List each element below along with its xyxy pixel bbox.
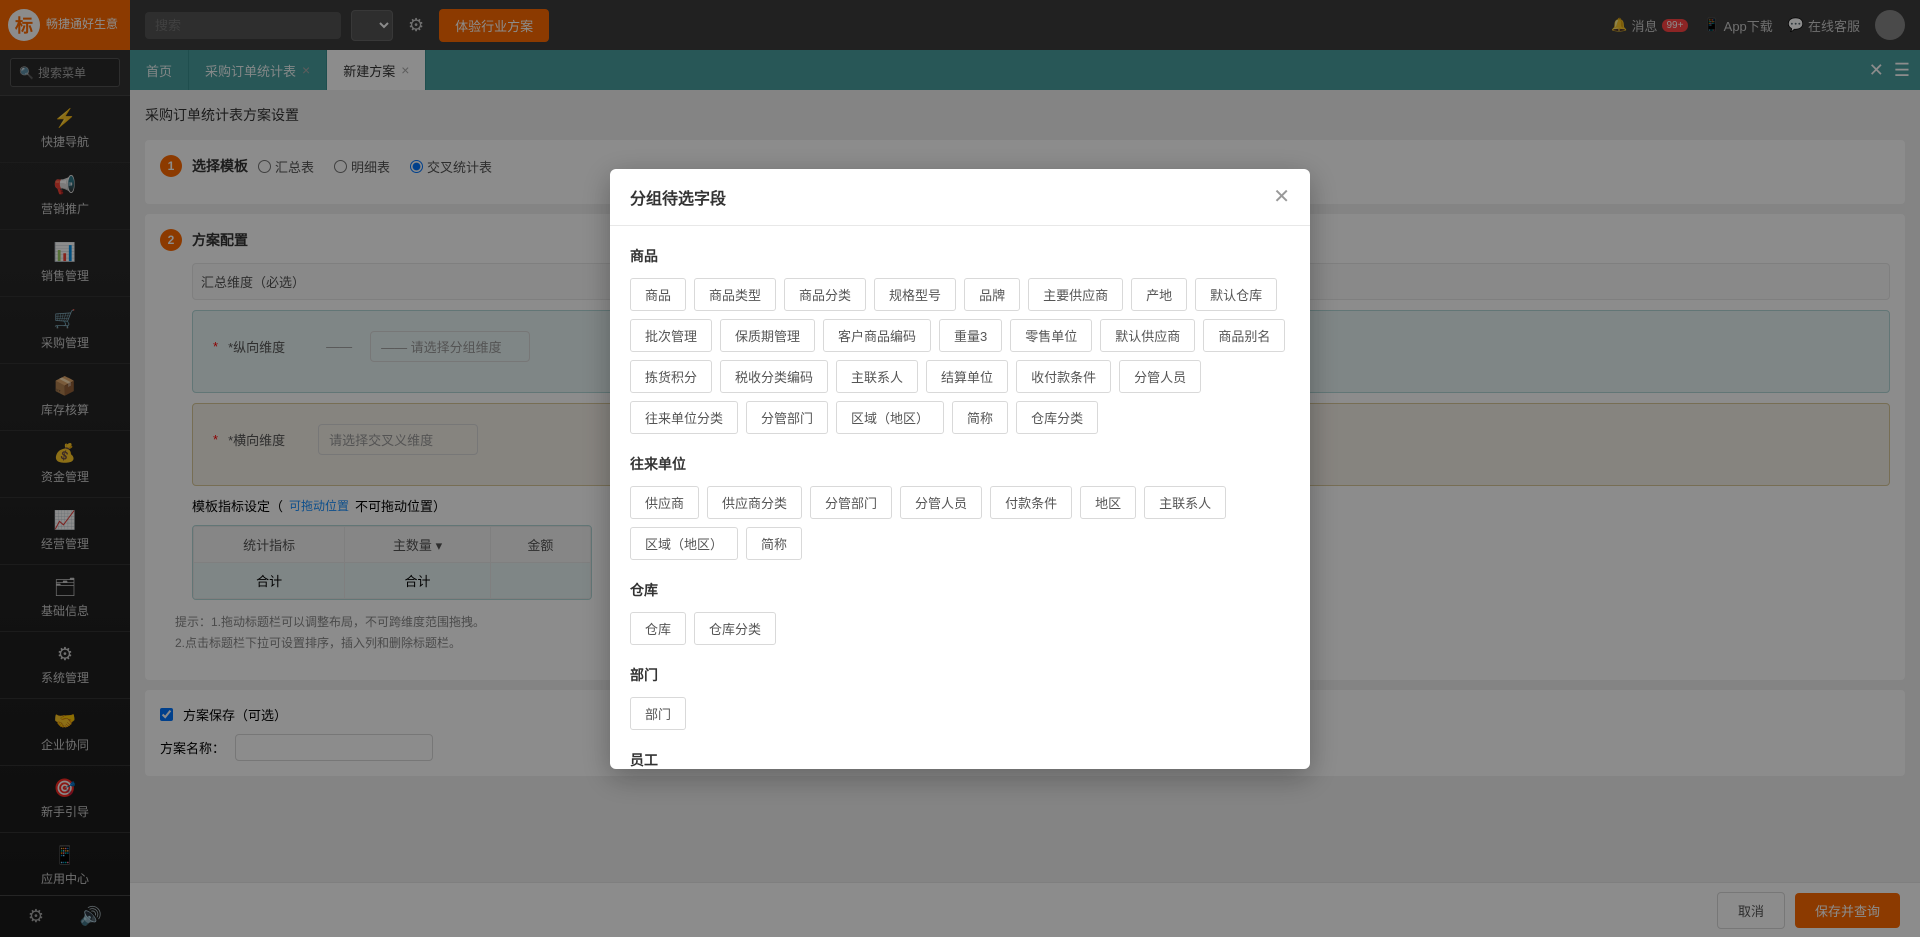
field-tag[interactable]: 区域（地区） — [836, 401, 944, 434]
field-tag[interactable]: 产地 — [1131, 278, 1187, 311]
field-group-title-department: 部门 — [630, 665, 1290, 685]
field-group-warehouse: 仓库仓库仓库分类 — [630, 580, 1290, 645]
field-tag[interactable]: 付款条件 — [990, 486, 1072, 519]
field-tag[interactable]: 客户商品编码 — [823, 319, 931, 352]
field-tag[interactable]: 分管部门 — [746, 401, 828, 434]
field-tag[interactable]: 商品类型 — [694, 278, 776, 311]
field-group-title-product: 商品 — [630, 246, 1290, 266]
field-tags-warehouse: 仓库仓库分类 — [630, 612, 1290, 645]
field-tag[interactable]: 主联系人 — [836, 360, 918, 393]
field-tag[interactable]: 税收分类编码 — [720, 360, 828, 393]
field-tag[interactable]: 供应商 — [630, 486, 699, 519]
field-tag[interactable]: 主要供应商 — [1028, 278, 1123, 311]
field-tag[interactable]: 商品分类 — [784, 278, 866, 311]
field-tag[interactable]: 地区 — [1080, 486, 1136, 519]
field-tag[interactable]: 分管人员 — [900, 486, 982, 519]
field-group-title-warehouse: 仓库 — [630, 580, 1290, 600]
field-tag[interactable]: 往来单位分类 — [630, 401, 738, 434]
field-tags-counterpart: 供应商供应商分类分管部门分管人员付款条件地区主联系人区域（地区）简称 — [630, 486, 1290, 560]
field-tag[interactable]: 保质期管理 — [720, 319, 815, 352]
field-tag[interactable]: 商品别名 — [1203, 319, 1285, 352]
modal-header: 分组待选字段 ✕ — [610, 169, 1310, 226]
field-tag[interactable]: 简称 — [746, 527, 802, 560]
field-tag[interactable]: 简称 — [952, 401, 1008, 434]
field-tags-department: 部门 — [630, 697, 1290, 730]
field-tag[interactable]: 收付款条件 — [1016, 360, 1111, 393]
field-tag[interactable]: 零售单位 — [1010, 319, 1092, 352]
field-tag[interactable]: 默认供应商 — [1100, 319, 1195, 352]
field-tag[interactable]: 分管人员 — [1119, 360, 1201, 393]
field-group-employee: 员工业务员 — [630, 750, 1290, 769]
field-tag[interactable]: 默认仓库 — [1195, 278, 1277, 311]
field-group-product: 商品商品商品类型商品分类规格型号品牌主要供应商产地默认仓库批次管理保质期管理客户… — [630, 246, 1290, 434]
modal-title: 分组待选字段 — [630, 185, 726, 209]
field-tag[interactable]: 批次管理 — [630, 319, 712, 352]
field-tag[interactable]: 结算单位 — [926, 360, 1008, 393]
modal-close-button[interactable]: ✕ — [1273, 187, 1290, 207]
field-tag[interactable]: 拣货积分 — [630, 360, 712, 393]
field-tag[interactable]: 商品 — [630, 278, 686, 311]
field-tag[interactable]: 分管部门 — [810, 486, 892, 519]
modal-overlay: 分组待选字段 ✕ 商品商品商品类型商品分类规格型号品牌主要供应商产地默认仓库批次… — [0, 0, 1920, 937]
field-selection-modal: 分组待选字段 ✕ 商品商品商品类型商品分类规格型号品牌主要供应商产地默认仓库批次… — [610, 169, 1310, 769]
field-group-counterpart: 往来单位供应商供应商分类分管部门分管人员付款条件地区主联系人区域（地区）简称 — [630, 454, 1290, 560]
field-tag[interactable]: 供应商分类 — [707, 486, 802, 519]
field-tag[interactable]: 仓库分类 — [1016, 401, 1098, 434]
modal-body: 商品商品商品类型商品分类规格型号品牌主要供应商产地默认仓库批次管理保质期管理客户… — [610, 226, 1310, 769]
field-group-department: 部门部门 — [630, 665, 1290, 730]
field-tag[interactable]: 品牌 — [964, 278, 1020, 311]
field-tag[interactable]: 重量3 — [939, 319, 1002, 352]
field-tag[interactable]: 规格型号 — [874, 278, 956, 311]
field-tag[interactable]: 部门 — [630, 697, 686, 730]
field-tag[interactable]: 仓库 — [630, 612, 686, 645]
field-tag[interactable]: 区域（地区） — [630, 527, 738, 560]
field-tag[interactable]: 主联系人 — [1144, 486, 1226, 519]
field-tag[interactable]: 仓库分类 — [694, 612, 776, 645]
field-group-title-counterpart: 往来单位 — [630, 454, 1290, 474]
field-group-title-employee: 员工 — [630, 750, 1290, 769]
field-tags-product: 商品商品类型商品分类规格型号品牌主要供应商产地默认仓库批次管理保质期管理客户商品… — [630, 278, 1290, 434]
